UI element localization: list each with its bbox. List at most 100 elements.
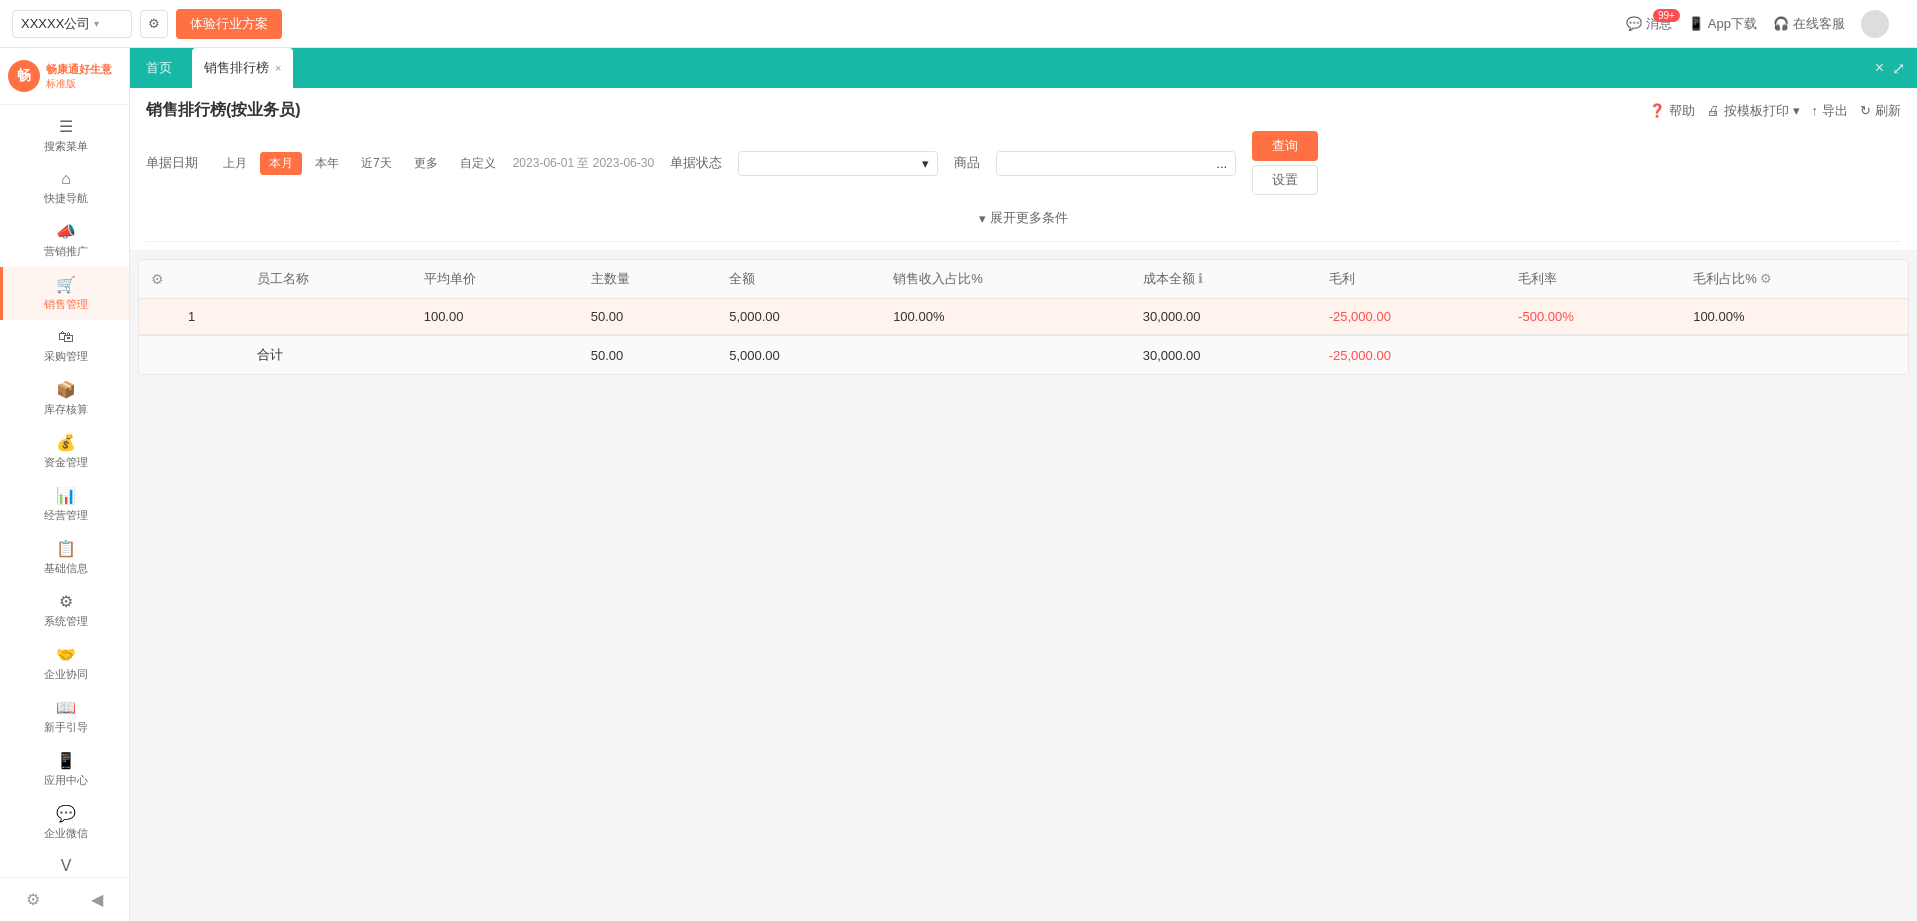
marketing-icon: 📣: [56, 222, 76, 241]
query-button[interactable]: 查询: [1252, 131, 1318, 161]
sidebar-item-member[interactable]: V 畅会员: [0, 849, 129, 877]
table-container: ⚙ 员工名称 平均单价 主数量 全额 销售收入占比% 成本全额 ℹ: [138, 259, 1909, 375]
refresh-button[interactable]: ↻ 刷新: [1860, 102, 1901, 120]
quick-nav-label: 快捷导航: [44, 191, 88, 206]
sidebar-item-guide[interactable]: 📖 新手引导: [0, 690, 129, 743]
tab-home[interactable]: 首页: [130, 48, 188, 88]
system-label: 系统管理: [44, 614, 88, 629]
operations-icon: 📊: [56, 486, 76, 505]
tab-right: × ⤢: [1875, 59, 1917, 78]
sidebar-item-operations[interactable]: 📊 经营管理: [0, 478, 129, 531]
sidebar-item-collab[interactable]: 🤝 企业协同: [0, 637, 129, 690]
tab-sales-ranking[interactable]: 销售排行榜 ×: [192, 48, 293, 88]
footer-empty-col: [139, 335, 176, 374]
expand-row: ▾ 展开更多条件: [146, 203, 1901, 233]
export-icon: ↑: [1812, 103, 1819, 118]
col-avg-price-header: 平均单价: [412, 260, 579, 299]
company-selector[interactable]: XXXXX公司 ▾: [12, 10, 132, 38]
footer-gross-rate: [1506, 335, 1681, 374]
chevron-down-icon: ▾: [94, 18, 99, 29]
app-center-label: 应用中心: [44, 773, 88, 788]
tab-expand-btn[interactable]: ⤢: [1892, 59, 1905, 78]
sidebar-item-inventory[interactable]: 📦 库存核算: [0, 372, 129, 425]
footer-row: 合计 50.00 5,000.00 30,000.00 -25,000.00: [139, 335, 1908, 374]
finance-icon: 💰: [56, 433, 76, 452]
logo-text: 畅康通好生意 标准版: [46, 62, 112, 91]
cost-info-icon[interactable]: ℹ: [1198, 271, 1203, 286]
status-select[interactable]: ▾: [738, 151, 938, 176]
refresh-icon: ↻: [1860, 103, 1871, 118]
sidebar-item-quick-nav[interactable]: ⌂ 快捷导航: [0, 162, 129, 214]
experience-button[interactable]: 体验行业方案: [176, 9, 282, 39]
main-area: 畅 畅康通好生意 标准版 ☰ 搜索菜单 ⌂ 快捷导航 📣 营销推广 🛒 销售管理…: [0, 48, 1917, 921]
footer-avg-price: [412, 335, 579, 374]
row-cost: 30,000.00: [1131, 299, 1317, 336]
header-actions: ❓ 帮助 🖨 按模板打印 ▾ ↑ 导出: [1649, 102, 1902, 120]
export-button[interactable]: ↑ 导出: [1812, 102, 1849, 120]
help-button[interactable]: ❓ 帮助: [1649, 102, 1695, 120]
settings-bottom-icon[interactable]: ⚙: [22, 886, 44, 913]
date-opt-this-year[interactable]: 本年: [306, 152, 348, 175]
footer-gross-pct: [1681, 335, 1908, 374]
app-center-icon: 📱: [56, 751, 76, 770]
guide-icon: 📖: [56, 698, 76, 717]
tab-close-btn[interactable]: ×: [1875, 59, 1884, 77]
avatar[interactable]: [1861, 10, 1889, 38]
quick-nav-icon: ⌂: [61, 170, 71, 188]
expand-icon: ▾: [979, 211, 986, 226]
sidebar: 畅 畅康通好生意 标准版 ☰ 搜索菜单 ⌂ 快捷导航 📣 营销推广 🛒 销售管理…: [0, 48, 130, 921]
sidebar-item-wechat[interactable]: 💬 企业微信: [0, 796, 129, 849]
sidebar-item-purchase[interactable]: 🛍 采购管理: [0, 320, 129, 372]
col-settings-header: ⚙: [139, 260, 176, 299]
page-content: 销售排行榜(按业务员) ❓ 帮助 🖨 按模板打印 ▾: [130, 88, 1917, 921]
settings-icon[interactable]: ⚙: [140, 10, 168, 38]
collapse-icon[interactable]: ◀: [87, 886, 107, 913]
gross-pct-icon[interactable]: ⚙: [1760, 271, 1772, 286]
date-opt-more[interactable]: 更多: [405, 152, 447, 175]
sidebar-item-search-order[interactable]: ☰ 搜索菜单: [0, 109, 129, 162]
finance-label: 资金管理: [44, 455, 88, 470]
status-filter-label: 单据状态: [670, 154, 722, 172]
row-gross: -25,000.00: [1317, 299, 1506, 336]
footer-empty-col2: [176, 335, 245, 374]
col-employee-header: 员工名称: [245, 260, 412, 299]
message-button[interactable]: 💬 消息 99+: [1626, 15, 1672, 33]
sidebar-item-app-center[interactable]: 📱 应用中心: [0, 743, 129, 796]
company-name: XXXXX公司: [21, 15, 90, 33]
sidebar-nav: ☰ 搜索菜单 ⌂ 快捷导航 📣 营销推广 🛒 销售管理 🛍 采购管理 📦 库存核…: [0, 105, 129, 877]
col-gross-rate-header: 毛利率: [1506, 260, 1681, 299]
date-opt-7days[interactable]: 近7天: [352, 152, 401, 175]
page-title: 销售排行榜(按业务员): [146, 100, 301, 121]
date-opt-custom[interactable]: 自定义: [451, 152, 505, 175]
marketing-label: 营销推广: [44, 244, 88, 259]
tab-close-icon[interactable]: ×: [275, 62, 281, 74]
app-download-button[interactable]: 📱 App下载: [1688, 15, 1757, 33]
settings-button[interactable]: 设置: [1252, 165, 1318, 195]
col-sales-pct-header: 销售收入占比%: [881, 260, 1131, 299]
expand-filters-button[interactable]: ▾ 展开更多条件: [979, 203, 1068, 233]
guide-label: 新手引导: [44, 720, 88, 735]
col-rank-header: [176, 260, 245, 299]
print-chevron-icon: ▾: [1793, 103, 1800, 118]
date-opt-this-month[interactable]: 本月: [260, 152, 302, 175]
system-icon: ⚙: [59, 592, 73, 611]
table-row: 1 100.00 50.00 5,000.00 100.00% 30,000.0…: [139, 299, 1908, 336]
col-gross-header: 毛利: [1317, 260, 1506, 299]
sidebar-item-marketing[interactable]: 📣 营销推广: [0, 214, 129, 267]
column-settings-button[interactable]: ⚙: [151, 271, 164, 287]
sidebar-item-system[interactable]: ⚙ 系统管理: [0, 584, 129, 637]
online-service-button[interactable]: 🎧 在线客服: [1773, 15, 1845, 33]
date-opt-last-month[interactable]: 上月: [214, 152, 256, 175]
filter-bar: 单据日期 上月 本月 本年 近7天 更多 自定义 2023-06-01 至 20…: [146, 131, 1901, 242]
page-title-row: 销售排行榜(按业务员) ❓ 帮助 🖨 按模板打印 ▾: [146, 100, 1901, 121]
filter-row-1: 单据日期 上月 本月 本年 近7天 更多 自定义 2023-06-01 至 20…: [146, 131, 1901, 195]
query-settings: 查询 设置: [1252, 131, 1318, 195]
sidebar-item-sales[interactable]: 🛒 销售管理: [0, 267, 129, 320]
goods-input[interactable]: ...: [996, 151, 1236, 176]
template-print-button[interactable]: 🖨 按模板打印 ▾: [1707, 102, 1800, 120]
goods-filter-label: 商品: [954, 154, 980, 172]
base-info-icon: 📋: [56, 539, 76, 558]
sidebar-item-finance[interactable]: 💰 资金管理: [0, 425, 129, 478]
row-settings: [139, 299, 176, 336]
sidebar-item-base-info[interactable]: 📋 基础信息: [0, 531, 129, 584]
